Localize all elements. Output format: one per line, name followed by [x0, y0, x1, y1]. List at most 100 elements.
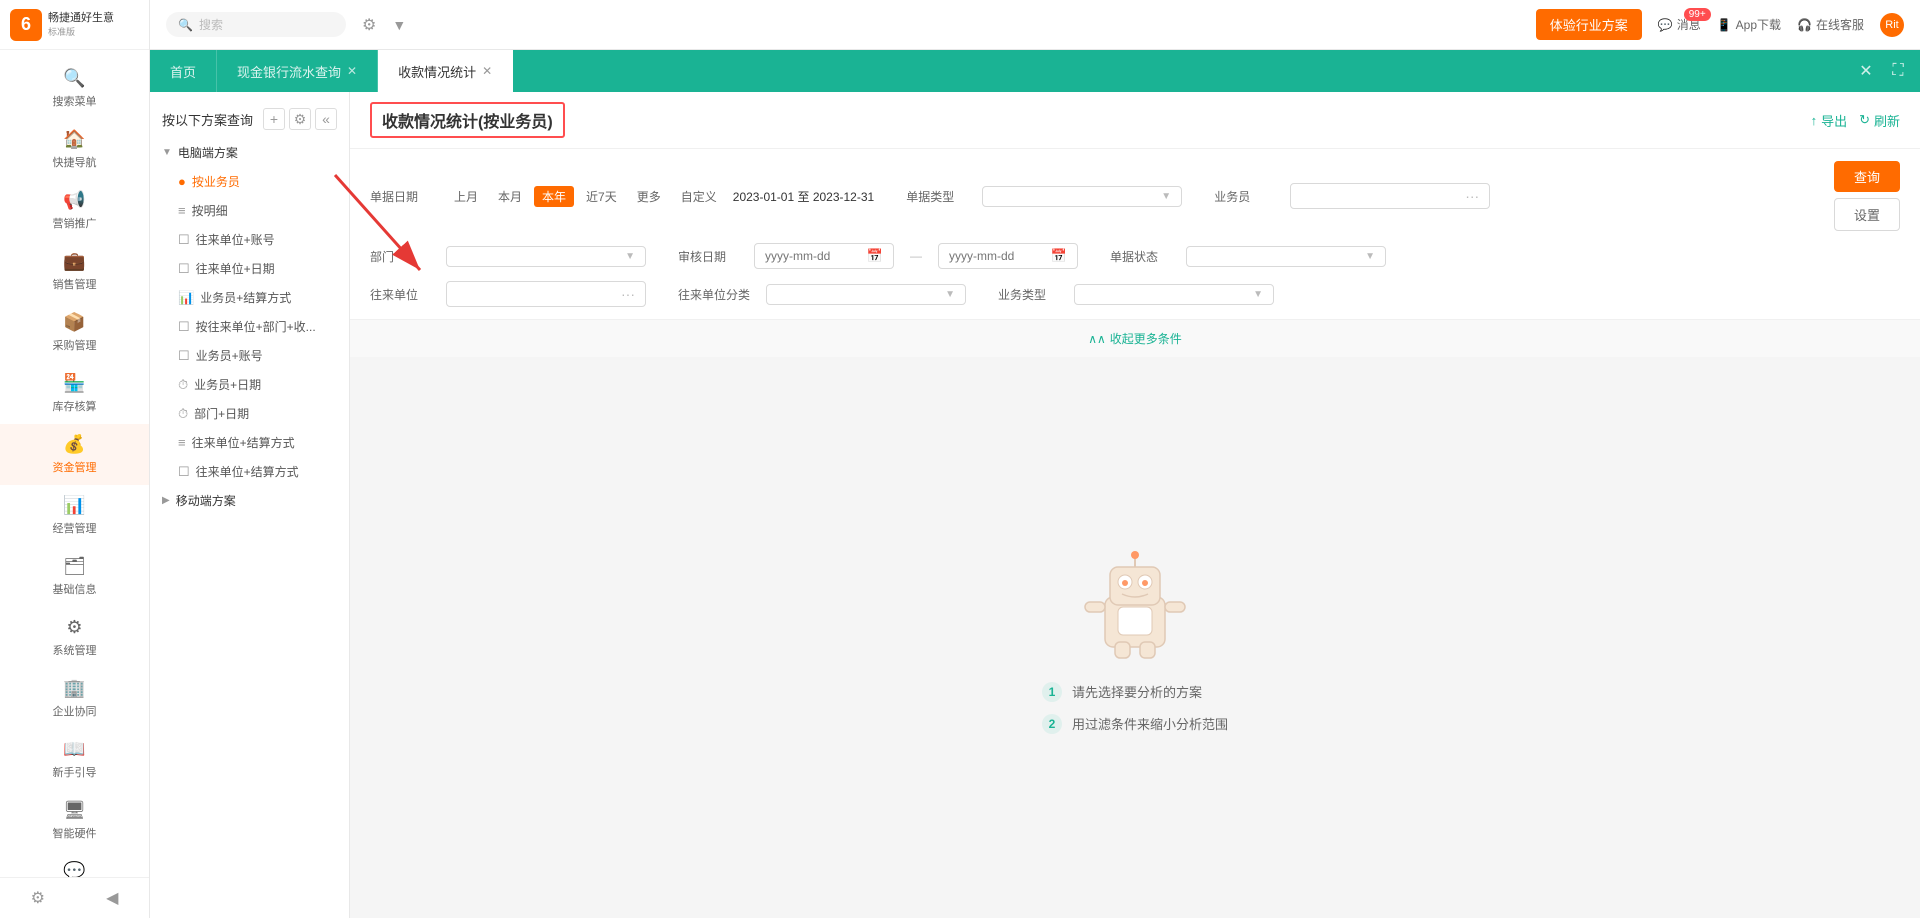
- tab-receipt-stats-close[interactable]: ✕: [482, 64, 492, 78]
- app-download-label: App下载: [1736, 16, 1781, 33]
- tab-receipt-stats[interactable]: 收款情况统计 ✕: [378, 50, 513, 92]
- review-date-from-input[interactable]: [765, 249, 861, 263]
- date-preset-this-month[interactable]: 本月: [490, 186, 530, 207]
- sidebar-item-search[interactable]: 🔍 搜索菜单: [0, 58, 149, 119]
- sidebar-item-label: 搜索菜单: [53, 93, 97, 109]
- schema-item-by-unit-account[interactable]: ☐ 往来单位+账号: [150, 225, 349, 254]
- date-preset-this-year[interactable]: 本年: [534, 186, 574, 207]
- schema-item-by-detail[interactable]: ≡ 按明细: [150, 196, 349, 225]
- date-preset-last-month[interactable]: 上月: [446, 186, 486, 207]
- guide-icon: 📖: [63, 739, 85, 760]
- collapse-bar[interactable]: ∧∧ 收起更多条件: [350, 320, 1920, 357]
- schema-group-desktop-header[interactable]: ▼ 电脑端方案: [150, 138, 349, 167]
- salesperson-select[interactable]: ···: [1290, 183, 1490, 209]
- schema-item-by-dept-date[interactable]: ⏱ 部门+日期: [150, 399, 349, 428]
- schema-item-by-salesperson-account[interactable]: ☐ 业务员+账号: [150, 341, 349, 370]
- panel-add-btn[interactable]: +: [263, 108, 285, 130]
- panel-header: 按以下方案查询 + ⚙ «: [150, 100, 349, 138]
- export-btn[interactable]: ↑ 导出: [1811, 111, 1848, 130]
- app-logo-text: 畅捷通好生意 标准版: [48, 11, 114, 38]
- review-date-to-input[interactable]: [949, 249, 1045, 263]
- sidebar-footer: ⚙ ◀‌‌: [0, 877, 149, 918]
- partner-dots[interactable]: ···: [621, 286, 635, 302]
- schema-item-label: 按往来单位+部门+收...: [196, 318, 316, 335]
- review-date-from[interactable]: 📅: [754, 243, 894, 269]
- schema-item-by-salesperson-settlement[interactable]: 📊 业务员+结算方式: [150, 283, 349, 312]
- topbar-settings-btn[interactable]: ⚙: [362, 15, 376, 35]
- panel-settings-btn[interactable]: ⚙: [289, 108, 311, 130]
- schema-group-mobile-header[interactable]: ▶ 移动端方案: [150, 486, 349, 515]
- filter-row-3: 往来单位 ··· 往来单位分类 ▼ 业务类型: [370, 281, 1900, 307]
- sidebar-item-inventory[interactable]: 🏪 库存核算: [0, 363, 149, 424]
- messages-btn[interactable]: 💬 消息 99+: [1658, 16, 1701, 33]
- schema-item-label: 往来单位+日期: [196, 260, 275, 277]
- tab-bank-flow[interactable]: 现金银行流水查询 ✕: [217, 50, 378, 92]
- schema-item-label: 按明细: [192, 202, 228, 219]
- empty-area: 1 请先选择要分析的方案 2 用过滤条件来缩小分析范围: [350, 357, 1920, 918]
- inventory-icon: 🏪: [63, 373, 85, 394]
- doc-status-select[interactable]: ▼: [1186, 246, 1386, 267]
- unit-account-icon: ☐: [178, 232, 190, 248]
- message-icon: 💬: [1658, 18, 1673, 32]
- topbar-dropdown-btn[interactable]: ▼: [392, 17, 406, 33]
- tab-home[interactable]: 首页: [150, 50, 217, 92]
- doc-type-select[interactable]: ▼: [982, 186, 1182, 207]
- partner-label: 往来单位: [370, 286, 430, 303]
- salesperson-settlement-icon: 📊: [178, 290, 194, 306]
- trial-btn[interactable]: 体验行业方案: [1536, 9, 1642, 40]
- tab-bank-flow-close[interactable]: ✕: [347, 64, 357, 78]
- sidebar-item-marketing[interactable]: 📢 营销推广: [0, 180, 149, 241]
- schema-item-by-unit-date[interactable]: ☐ 往来单位+日期: [150, 254, 349, 283]
- topbar-search-box[interactable]: 🔍 搜索: [166, 12, 346, 37]
- salesperson-dots[interactable]: ···: [1465, 188, 1479, 204]
- topbar-left: 🔍 搜索 ⚙ ▼: [166, 12, 406, 37]
- sidebar-item-wechat[interactable]: 💬 企业微信: [0, 851, 149, 877]
- sidebar-item-quicknav[interactable]: 🏠 快捷导航: [0, 119, 149, 180]
- panel-collapse-btn[interactable]: «: [315, 108, 337, 130]
- salesperson-label: 业务员: [1214, 188, 1274, 205]
- schema-item-label: 按业务员: [192, 173, 240, 190]
- partner-select[interactable]: ···: [446, 281, 646, 307]
- collapse-more-btn[interactable]: ∧∧ 收起更多条件: [1088, 330, 1182, 347]
- user-avatar: Rit: [1880, 13, 1904, 37]
- sidebar-item-sales[interactable]: 💼 销售管理: [0, 241, 149, 302]
- date-preset-more[interactable]: 更多: [629, 186, 669, 207]
- content-area: 按以下方案查询 + ⚙ « ▼ 电脑端方案 ● 按业务员 ≡: [150, 92, 1920, 918]
- settings-btn[interactable]: 设置: [1834, 198, 1900, 231]
- sidebar-settings-btn[interactable]: ⚙: [31, 888, 45, 908]
- salesperson-active-icon: ●: [178, 174, 186, 189]
- schema-item-label: 部门+日期: [194, 405, 249, 422]
- schema-item-label: 业务员+账号: [196, 347, 263, 364]
- tab-fullscreen-btn[interactable]: ⛶: [1884, 57, 1912, 85]
- online-service-btn[interactable]: 🎧 在线客服: [1797, 16, 1864, 33]
- schema-item-by-salesperson-date[interactable]: ⏱ 业务员+日期: [150, 370, 349, 399]
- schema-item-by-unit-dept[interactable]: ☐ 按往来单位+部门+收...: [150, 312, 349, 341]
- schema-item-by-salesperson[interactable]: ● 按业务员: [150, 167, 349, 196]
- sidebar-item-hardware[interactable]: 🖥 智能硬件: [0, 790, 149, 851]
- sidebar-item-system[interactable]: ⚙ 系统管理: [0, 607, 149, 668]
- sidebar-collapse-btn[interactable]: ◀‌‌: [106, 888, 118, 908]
- biz-type-select[interactable]: ▼: [1074, 284, 1274, 305]
- sidebar-item-operation[interactable]: 📊 经营管理: [0, 485, 149, 546]
- sidebar-item-corp[interactable]: 🏢 企业协同: [0, 668, 149, 729]
- sidebar-item-basic[interactable]: 🗂 基础信息: [0, 546, 149, 607]
- sidebar-item-purchase[interactable]: 📦 采购管理: [0, 302, 149, 363]
- query-btn[interactable]: 查询: [1834, 161, 1900, 192]
- date-preset-custom[interactable]: 自定义: [673, 186, 725, 207]
- export-label: 导出: [1821, 111, 1847, 130]
- tab-close-all-btn[interactable]: ✕: [1852, 57, 1880, 85]
- app-download-btn[interactable]: 📱 App下载: [1717, 16, 1781, 33]
- refresh-btn[interactable]: ↻ 刷新: [1859, 111, 1900, 130]
- marketing-icon: 📢: [63, 190, 85, 211]
- doc-status-dropdown-icon: ▼: [1365, 251, 1375, 262]
- sidebar-item-finance[interactable]: 💰 资金管理: [0, 424, 149, 485]
- date-preset-7days[interactable]: 近7天: [578, 186, 625, 207]
- biz-type-dropdown-icon: ▼: [1253, 289, 1263, 300]
- partner-category-select[interactable]: ▼: [766, 284, 966, 305]
- review-date-to[interactable]: 📅: [938, 243, 1078, 269]
- schema-item-by-unit-settlement1[interactable]: ≡ 往来单位+结算方式: [150, 428, 349, 457]
- dept-select[interactable]: ▼: [446, 246, 646, 267]
- user-btn[interactable]: Rit: [1880, 13, 1904, 37]
- schema-item-by-unit-settlement2[interactable]: ☐ 往来单位+结算方式: [150, 457, 349, 486]
- sidebar-item-guide[interactable]: 📖 新手引导: [0, 729, 149, 790]
